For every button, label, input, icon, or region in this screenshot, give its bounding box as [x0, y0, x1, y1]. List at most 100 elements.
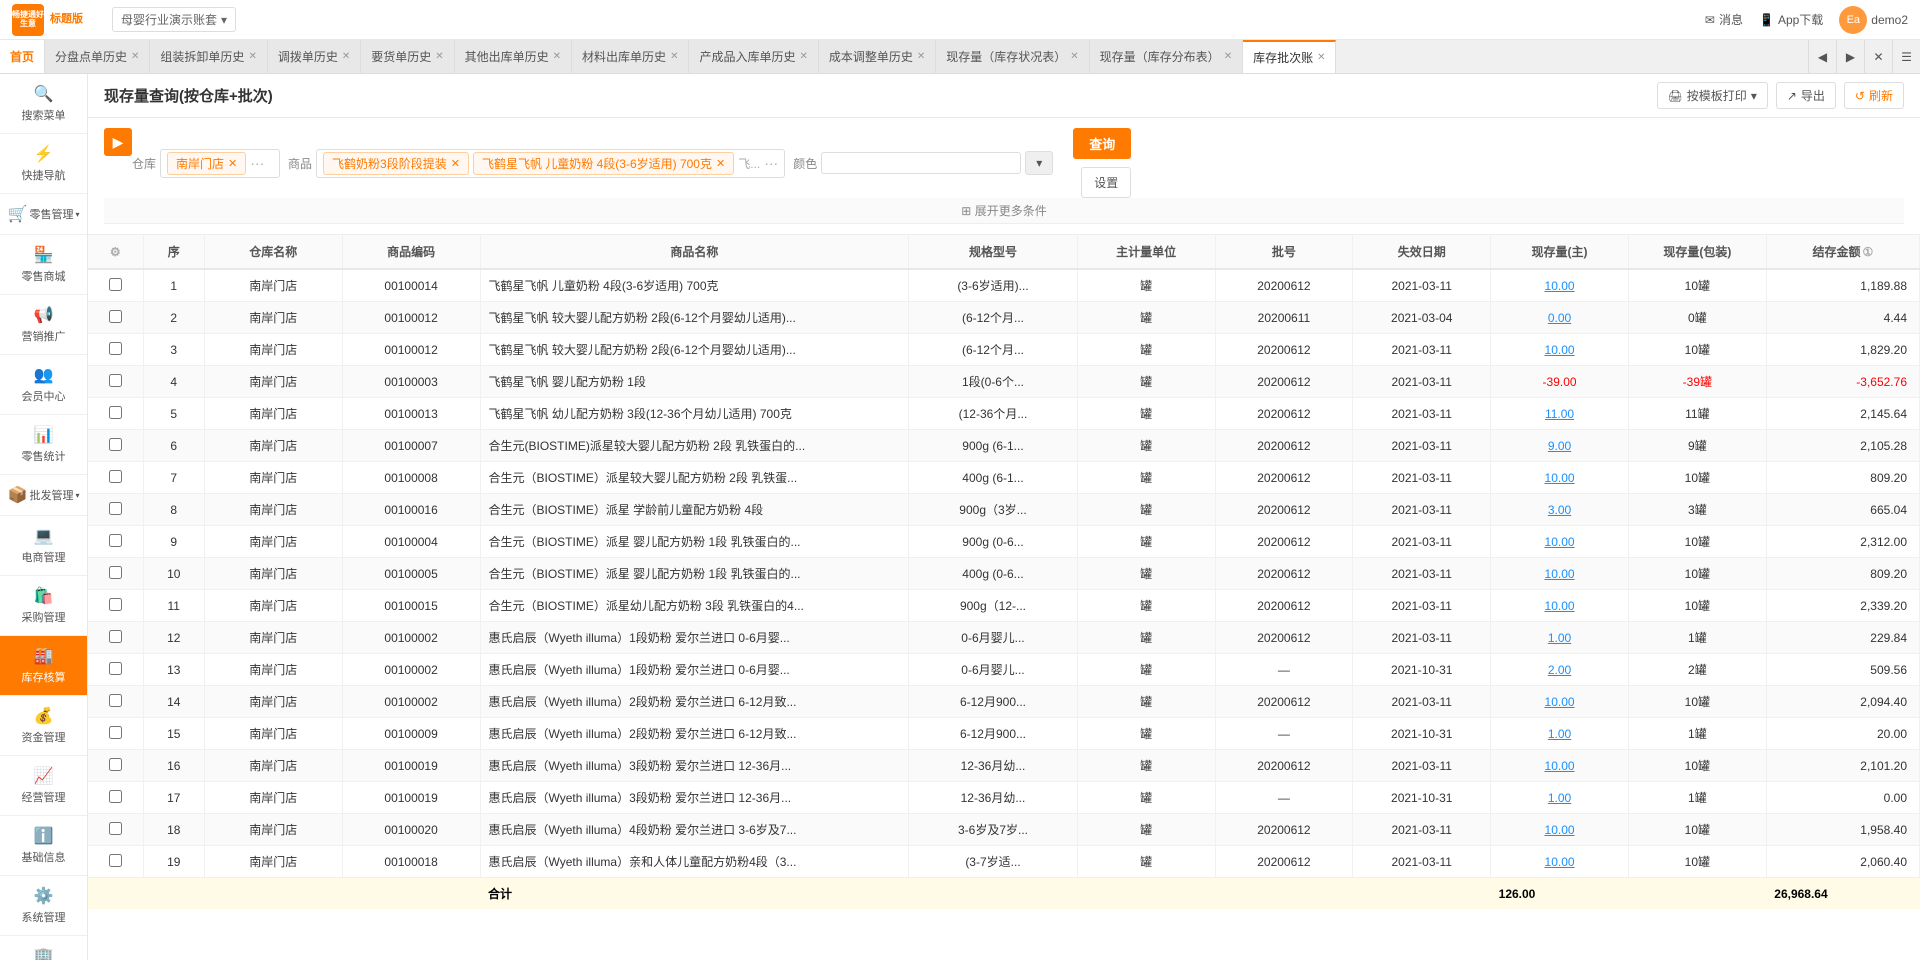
- messages-btn[interactable]: ✉ 消息: [1705, 11, 1743, 28]
- row-check-input[interactable]: [109, 790, 122, 803]
- sidebar-item-retail-shop[interactable]: 🏪 零售商城: [0, 235, 87, 295]
- row-check-input[interactable]: [109, 598, 122, 611]
- row-qty-main[interactable]: 0.00: [1491, 302, 1629, 334]
- row-check-input[interactable]: [109, 662, 122, 675]
- row-qty-main[interactable]: 10.00: [1491, 846, 1629, 878]
- sidebar-item-purchase[interactable]: 🛍️ 采购管理: [0, 576, 87, 636]
- row-check-input[interactable]: [109, 310, 122, 323]
- row-check-input[interactable]: [109, 566, 122, 579]
- tab-inventory-status[interactable]: 现存量（库存状况表） ✕: [936, 40, 1089, 74]
- sidebar-item-system[interactable]: ⚙️ 系统管理: [0, 876, 87, 936]
- row-qty-main[interactable]: 1.00: [1491, 718, 1629, 750]
- row-check-input[interactable]: [109, 502, 122, 515]
- row-qty-main[interactable]: 9.00: [1491, 430, 1629, 462]
- row-qty-main[interactable]: 10.00: [1491, 590, 1629, 622]
- row-check-input[interactable]: [109, 342, 122, 355]
- row-check-input[interactable]: [109, 694, 122, 707]
- row-qty-main[interactable]: 10.00: [1491, 334, 1629, 366]
- sidebar-item-retail-stats[interactable]: 📊 零售统计: [0, 415, 87, 475]
- tab-inventory-dist[interactable]: 现存量（库存分布表） ✕: [1090, 40, 1243, 74]
- row-check-input[interactable]: [109, 374, 122, 387]
- row-qty-main[interactable]: 10.00: [1491, 686, 1629, 718]
- print-button[interactable]: 🖨 按模板打印 ▾: [1657, 82, 1768, 109]
- tab-transfer[interactable]: 调拨单历史 ✕: [268, 40, 361, 74]
- sidebar-item-search[interactable]: 🔍 搜索菜单: [0, 74, 87, 134]
- app-download-btn[interactable]: 📱 App下载: [1759, 11, 1823, 28]
- tab-require-close[interactable]: ✕: [435, 51, 443, 62]
- tab-other-out[interactable]: 其他出库单历史 ✕: [455, 40, 572, 74]
- row-checkbox[interactable]: [88, 590, 143, 622]
- tab-cost-adjust[interactable]: 成本调整单历史 ✕: [819, 40, 936, 74]
- row-checkbox[interactable]: [88, 750, 143, 782]
- tab-batch-voucher[interactable]: 库存批次账 ✕: [1243, 40, 1336, 74]
- row-checkbox[interactable]: [88, 366, 143, 398]
- tab-group-close[interactable]: ✕: [248, 51, 256, 62]
- row-checkbox[interactable]: [88, 814, 143, 846]
- row-check-input[interactable]: [109, 406, 122, 419]
- row-checkbox[interactable]: [88, 269, 143, 302]
- tab-split-disk[interactable]: 分盘点单历史 ✕: [45, 40, 150, 74]
- user-profile[interactable]: Ea demo2: [1839, 6, 1908, 34]
- row-checkbox[interactable]: [88, 782, 143, 814]
- row-checkbox[interactable]: [88, 526, 143, 558]
- sidebar-item-shortcut[interactable]: ⚡ 快捷导航: [0, 134, 87, 194]
- warehouse-more-btn[interactable]: ···: [250, 155, 264, 171]
- tab-inv-status-close[interactable]: ✕: [1070, 51, 1078, 62]
- tab-next-btn[interactable]: ▶: [1836, 40, 1864, 74]
- row-check-input[interactable]: [109, 278, 122, 291]
- tab-batch-voucher-close[interactable]: ✕: [1317, 52, 1325, 63]
- row-checkbox[interactable]: [88, 846, 143, 878]
- sidebar-item-retail[interactable]: 🛒 零售管理 ▾: [0, 194, 87, 235]
- row-checkbox[interactable]: [88, 430, 143, 462]
- row-check-input[interactable]: [109, 822, 122, 835]
- row-check-input[interactable]: [109, 470, 122, 483]
- row-checkbox[interactable]: [88, 462, 143, 494]
- export-button[interactable]: ↗ 导出: [1776, 82, 1836, 109]
- warehouse-tag-group[interactable]: 南岸门店 ✕ ···: [160, 149, 280, 178]
- row-checkbox[interactable]: [88, 334, 143, 366]
- row-check-input[interactable]: [109, 854, 122, 867]
- row-qty-main[interactable]: 10.00: [1491, 526, 1629, 558]
- row-qty-main[interactable]: 10.00: [1491, 750, 1629, 782]
- tab-inv-dist-close[interactable]: ✕: [1224, 51, 1232, 62]
- sidebar-item-basic[interactable]: ℹ️ 基础信息: [0, 816, 87, 876]
- tab-transfer-close[interactable]: ✕: [342, 51, 350, 62]
- row-qty-main[interactable]: 11.00: [1491, 398, 1629, 430]
- tab-material-out[interactable]: 材料出库单历史 ✕: [572, 40, 689, 74]
- sidebar-item-inventory[interactable]: 🏭 库存核算: [0, 636, 87, 696]
- tab-require[interactable]: 要货单历史 ✕: [361, 40, 454, 74]
- row-check-input[interactable]: [109, 630, 122, 643]
- row-check-input[interactable]: [109, 438, 122, 451]
- row-qty-main[interactable]: 10.00: [1491, 814, 1629, 846]
- tab-group-disassemble[interactable]: 组装拆卸单历史 ✕: [150, 40, 267, 74]
- row-check-input[interactable]: [109, 726, 122, 739]
- row-checkbox[interactable]: [88, 398, 143, 430]
- sidebar-item-finance[interactable]: 💰 资金管理: [0, 696, 87, 756]
- account-dropdown[interactable]: 母婴行业演示账套 ▾: [112, 7, 236, 32]
- tab-material-out-close[interactable]: ✕: [670, 51, 678, 62]
- settings-col-icon[interactable]: ⚙: [110, 245, 121, 259]
- color-filter-input[interactable]: [821, 152, 1021, 174]
- tab-split-disk-close[interactable]: ✕: [131, 51, 139, 62]
- warehouse-tag-remove[interactable]: ✕: [228, 157, 237, 170]
- tab-close-all-btn[interactable]: ✕: [1864, 40, 1892, 74]
- row-checkbox[interactable]: [88, 302, 143, 334]
- tab-product-in[interactable]: 产成品入库单历史 ✕: [689, 40, 818, 74]
- row-checkbox[interactable]: [88, 622, 143, 654]
- sidebar-item-member[interactable]: 👥 会员中心: [0, 355, 87, 415]
- tab-menu-btn[interactable]: ☰: [1892, 40, 1920, 74]
- sidebar-item-enterprise[interactable]: 🏢 企业协同: [0, 936, 87, 960]
- query-button[interactable]: 查询: [1073, 128, 1131, 159]
- row-qty-main[interactable]: 10.00: [1491, 558, 1629, 590]
- product-tag-1-remove[interactable]: ✕: [451, 157, 460, 170]
- row-checkbox[interactable]: [88, 494, 143, 526]
- row-checkbox[interactable]: [88, 558, 143, 590]
- balance-info-icon[interactable]: ①: [1863, 245, 1874, 259]
- tab-product-in-close[interactable]: ✕: [799, 51, 807, 62]
- setting-button[interactable]: 设置: [1081, 167, 1131, 198]
- row-qty-main[interactable]: 3.00: [1491, 494, 1629, 526]
- row-qty-main[interactable]: 10.00: [1491, 269, 1629, 302]
- row-qty-main[interactable]: 1.00: [1491, 782, 1629, 814]
- sidebar-item-operation[interactable]: 📈 经营管理: [0, 756, 87, 816]
- product-more-dots[interactable]: ···: [764, 155, 778, 171]
